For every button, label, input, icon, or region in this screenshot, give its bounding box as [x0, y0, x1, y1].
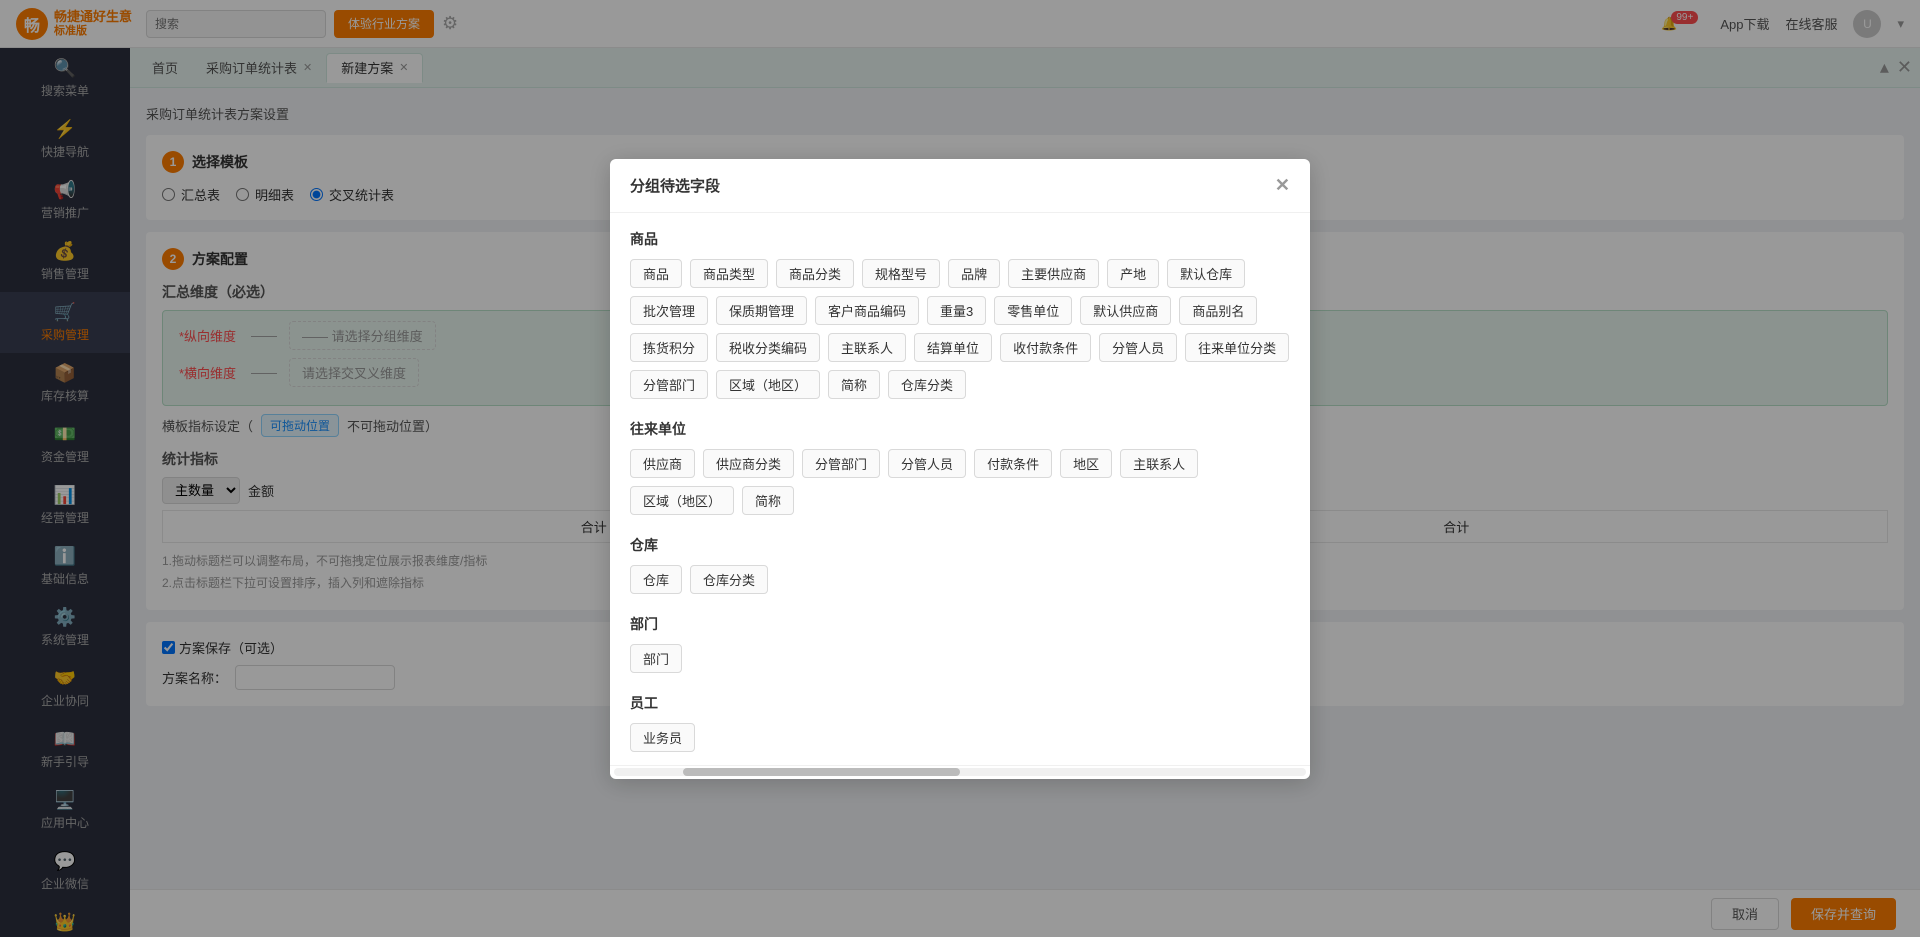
modal-section-title-3: 部门	[630, 614, 1290, 634]
field-tag-1-4[interactable]: 付款条件	[974, 449, 1052, 478]
modal: 分组待选字段 ✕ 商品商品商品类型商品分类规格型号品牌主要供应商产地默认仓库批次…	[610, 159, 1310, 779]
field-tag-1-0[interactable]: 供应商	[630, 449, 695, 478]
modal-section-3: 部门部门	[630, 614, 1290, 673]
field-tag-0-11[interactable]: 重量3	[927, 296, 986, 325]
modal-section-title-0: 商品	[630, 229, 1290, 249]
modal-field-tags-3: 部门	[630, 644, 1290, 673]
modal-field-tags-4: 业务员	[630, 723, 1290, 752]
modal-section-title-2: 仓库	[630, 535, 1290, 555]
field-tag-0-16[interactable]: 税收分类编码	[716, 333, 820, 362]
field-tag-0-25[interactable]: 仓库分类	[888, 370, 966, 399]
field-tag-0-14[interactable]: 商品别名	[1179, 296, 1257, 325]
field-tag-1-3[interactable]: 分管人员	[888, 449, 966, 478]
modal-footer-scroll	[610, 765, 1310, 779]
field-tag-0-23[interactable]: 区域（地区）	[716, 370, 820, 399]
field-tag-0-5[interactable]: 主要供应商	[1008, 259, 1099, 288]
field-tag-2-0[interactable]: 仓库	[630, 565, 682, 594]
field-tag-0-7[interactable]: 默认仓库	[1167, 259, 1245, 288]
field-tag-3-0[interactable]: 部门	[630, 644, 682, 673]
field-tag-0-6[interactable]: 产地	[1107, 259, 1159, 288]
modal-section-title-4: 员工	[630, 693, 1290, 713]
h-scrollbar-thumb	[683, 768, 960, 776]
modal-section-0: 商品商品商品类型商品分类规格型号品牌主要供应商产地默认仓库批次管理保质期管理客户…	[630, 229, 1290, 399]
field-tag-0-21[interactable]: 往来单位分类	[1185, 333, 1289, 362]
modal-section-title-1: 往来单位	[630, 419, 1290, 439]
modal-overlay[interactable]: 分组待选字段 ✕ 商品商品商品类型商品分类规格型号品牌主要供应商产地默认仓库批次…	[0, 0, 1920, 937]
field-tag-1-6[interactable]: 主联系人	[1120, 449, 1198, 478]
field-tag-1-1[interactable]: 供应商分类	[703, 449, 794, 478]
field-tag-0-24[interactable]: 简称	[828, 370, 880, 399]
modal-close-button[interactable]: ✕	[1275, 175, 1290, 196]
field-tag-1-8[interactable]: 简称	[742, 486, 794, 515]
field-tag-4-0[interactable]: 业务员	[630, 723, 695, 752]
field-tag-0-17[interactable]: 主联系人	[828, 333, 906, 362]
field-tag-0-4[interactable]: 品牌	[948, 259, 1000, 288]
field-tag-0-15[interactable]: 拣货积分	[630, 333, 708, 362]
modal-body: 商品商品商品类型商品分类规格型号品牌主要供应商产地默认仓库批次管理保质期管理客户…	[610, 213, 1310, 765]
field-tag-0-18[interactable]: 结算单位	[914, 333, 992, 362]
modal-title: 分组待选字段	[630, 175, 720, 196]
field-tag-0-8[interactable]: 批次管理	[630, 296, 708, 325]
modal-header: 分组待选字段 ✕	[610, 159, 1310, 213]
modal-section-4: 员工业务员	[630, 693, 1290, 752]
field-tag-0-22[interactable]: 分管部门	[630, 370, 708, 399]
field-tag-1-5[interactable]: 地区	[1060, 449, 1112, 478]
field-tag-1-7[interactable]: 区域（地区）	[630, 486, 734, 515]
field-tag-0-2[interactable]: 商品分类	[776, 259, 854, 288]
field-tag-0-20[interactable]: 分管人员	[1099, 333, 1177, 362]
modal-field-tags-1: 供应商供应商分类分管部门分管人员付款条件地区主联系人区域（地区） 简称	[630, 449, 1290, 515]
field-tag-0-3[interactable]: 规格型号	[862, 259, 940, 288]
modal-field-tags-0: 商品商品类型商品分类规格型号品牌主要供应商产地默认仓库批次管理保质期管理客户商品…	[630, 259, 1290, 399]
field-tag-0-19[interactable]: 收付款条件	[1000, 333, 1091, 362]
field-tag-0-0[interactable]: 商品	[630, 259, 682, 288]
modal-section-1: 往来单位供应商供应商分类分管部门分管人员付款条件地区主联系人区域（地区） 简称	[630, 419, 1290, 515]
field-tag-1-2[interactable]: 分管部门	[802, 449, 880, 478]
field-tag-2-1[interactable]: 仓库分类	[690, 565, 768, 594]
field-tag-0-12[interactable]: 零售单位	[994, 296, 1072, 325]
modal-section-2: 仓库仓库仓库分类	[630, 535, 1290, 594]
modal-field-tags-2: 仓库仓库分类	[630, 565, 1290, 594]
field-tag-0-1[interactable]: 商品类型	[690, 259, 768, 288]
horizontal-scrollbar[interactable]	[614, 768, 1306, 776]
field-tag-0-13[interactable]: 默认供应商	[1080, 296, 1171, 325]
field-tag-0-10[interactable]: 客户商品编码	[815, 296, 919, 325]
field-tag-0-9[interactable]: 保质期管理	[716, 296, 807, 325]
